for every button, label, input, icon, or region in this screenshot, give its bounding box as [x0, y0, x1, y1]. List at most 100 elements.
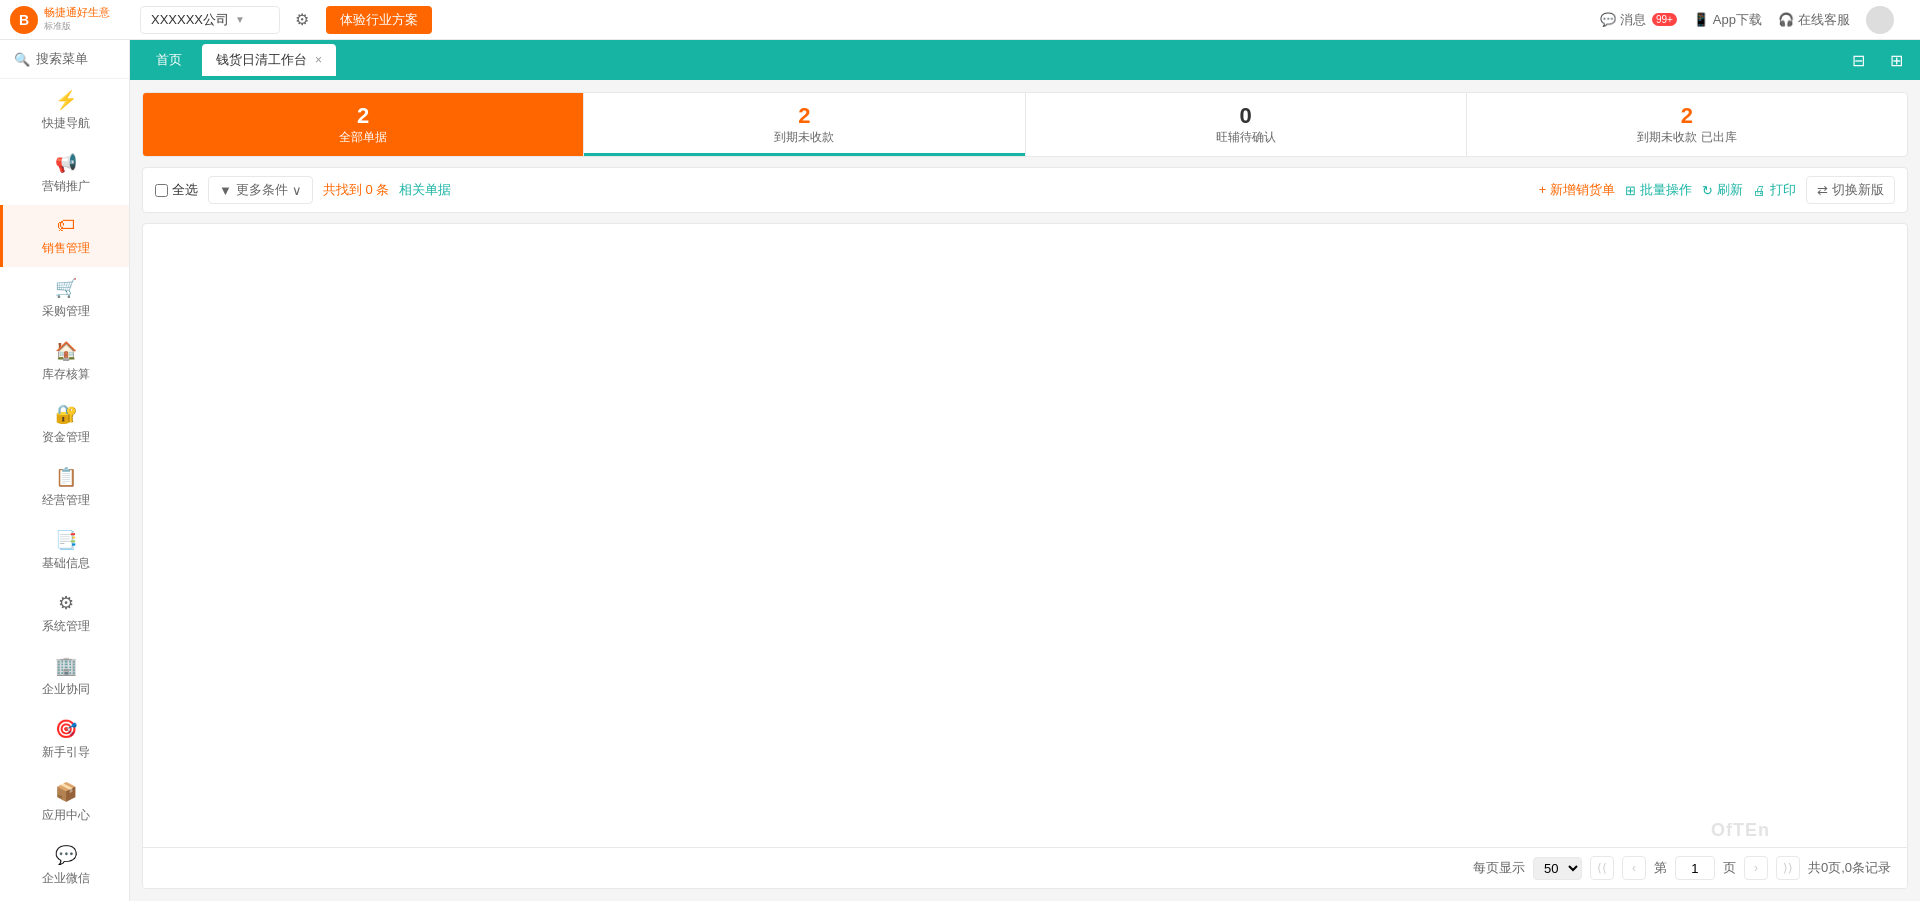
sidebar-item-member[interactable]: V 畅会员	[0, 897, 129, 901]
sidebar-label-sales: 销售管理	[42, 240, 90, 257]
tab-home[interactable]: 首页	[140, 40, 198, 80]
stats-count-overdue-shipped: 2	[1483, 103, 1891, 129]
sidebar-item-apps[interactable]: 📦 应用中心	[0, 771, 129, 834]
stats-tab-overdue[interactable]: 2 到期未收款	[584, 93, 1025, 156]
sidebar-label-apps: 应用中心	[42, 807, 90, 824]
marketing-icon: 📢	[55, 152, 77, 174]
company-name: XXXXXX公司	[151, 11, 229, 29]
sidebar-item-quick-nav[interactable]: ⚡ 快捷导航	[0, 79, 129, 142]
stats-count-wangdian: 0	[1042, 103, 1450, 129]
company-dropdown-arrow: ▼	[235, 14, 245, 25]
app-name: 畅捷通好生意	[44, 6, 110, 19]
toolbar: 全选 ▼ 更多条件 ∨ 共找到 0 条 相关单据 + 新增销货单	[142, 167, 1908, 213]
sidebar-item-guide[interactable]: 🎯 新手引导	[0, 708, 129, 771]
sidebar-item-operation[interactable]: 📋 经营管理	[0, 456, 129, 519]
last-page-button[interactable]: ⟩⟩	[1776, 856, 1800, 880]
sidebar-item-inventory[interactable]: 🏠 库存核算	[0, 330, 129, 393]
add-sales-order-button[interactable]: + 新增销货单	[1539, 181, 1615, 199]
tab-label: 钱货日清工作台	[216, 51, 307, 69]
prev-page-button[interactable]: ‹	[1622, 856, 1646, 880]
operation-icon: 📋	[55, 466, 77, 488]
related-records-link[interactable]: 相关单据	[399, 181, 451, 199]
sidebar-label-wechat: 企业微信	[42, 870, 90, 887]
stats-count-all: 2	[159, 103, 567, 129]
sidebar-label-operation: 经营管理	[42, 492, 90, 509]
tab-maximize-button[interactable]: ⊞	[1882, 46, 1910, 74]
apps-icon: 📦	[55, 781, 77, 803]
tab-qianhuoqingong[interactable]: 钱货日清工作台 ×	[202, 44, 336, 76]
stats-label-overdue: 到期未收款	[774, 130, 834, 144]
stats-tab-wangdian[interactable]: 0 旺辅待确认	[1026, 93, 1467, 156]
select-all-label: 全选	[172, 181, 198, 199]
trial-button[interactable]: 体验行业方案	[326, 6, 432, 34]
header-right: 💬 消息 99+ 📱 App下载 🎧 在线客服	[1600, 6, 1910, 34]
found-unit: 条	[376, 182, 389, 197]
sidebar-item-cooperation[interactable]: 🏢 企业协同	[0, 645, 129, 708]
online-service-button[interactable]: 🎧 在线客服	[1778, 11, 1850, 29]
print-button[interactable]: 🖨 打印	[1753, 181, 1796, 199]
first-page-button[interactable]: ⟨⟨	[1590, 856, 1614, 880]
switch-version-button[interactable]: ⇄ 切换新版	[1806, 176, 1895, 204]
message-button[interactable]: 💬 消息 99+	[1600, 11, 1677, 29]
app-icon: 📱	[1693, 12, 1709, 27]
stats-label-overdue-shipped: 到期未收款 已出库	[1637, 130, 1736, 144]
quick-nav-icon: ⚡	[55, 89, 77, 111]
sidebar-item-basic[interactable]: 📑 基础信息	[0, 519, 129, 582]
guide-icon: 🎯	[55, 718, 77, 740]
sidebar-label-inventory: 库存核算	[42, 366, 90, 383]
sidebar-item-purchase[interactable]: 🛒 采购管理	[0, 267, 129, 330]
sidebar-item-wechat[interactable]: 💬 企业微信	[0, 834, 129, 897]
stats-label-wangdian: 旺辅待确认	[1216, 130, 1276, 144]
logo-icon: B	[10, 6, 38, 34]
message-label: 消息	[1620, 11, 1646, 29]
pagination: 每页显示 50 ⟨⟨ ‹ 第 页 › ⟩⟩ 共0页,0条记录	[143, 847, 1907, 888]
table-area: 每页显示 50 ⟨⟨ ‹ 第 页 › ⟩⟩ 共0页,0条记录	[142, 223, 1908, 889]
settings-button[interactable]: ⚙	[288, 6, 316, 34]
tab-bar-right: ⊟ ⊞	[1844, 46, 1910, 74]
print-label: 打印	[1770, 181, 1796, 199]
app-download-button[interactable]: 📱 App下载	[1693, 11, 1762, 29]
sidebar-item-system[interactable]: ⚙ 系统管理	[0, 582, 129, 645]
table-empty-state	[143, 224, 1907, 847]
tab-close-button[interactable]: ×	[315, 53, 322, 67]
sidebar-label-marketing: 营销推广	[42, 178, 90, 195]
sidebar-item-marketing[interactable]: 📢 营销推广	[0, 142, 129, 205]
sidebar-item-finance[interactable]: 🔐 资金管理	[0, 393, 129, 456]
tab-minimize-button[interactable]: ⊟	[1844, 46, 1872, 74]
select-all-input[interactable]	[155, 184, 168, 197]
batch-icon: ⊞	[1625, 183, 1636, 198]
toolbar-right: + 新增销货单 ⊞ 批量操作 ↻ 刷新 🖨 打印 ⇄	[1539, 176, 1895, 204]
sidebar-label-purchase: 采购管理	[42, 303, 90, 320]
sidebar-label-guide: 新手引导	[42, 744, 90, 761]
stats-tab-overdue-shipped[interactable]: 2 到期未收款 已出库	[1467, 93, 1907, 156]
company-selector[interactable]: XXXXXX公司 ▼	[140, 6, 280, 34]
finance-icon: 🔐	[55, 403, 77, 425]
stats-tab-all[interactable]: 2 全部单据	[143, 93, 584, 156]
system-icon: ⚙	[58, 592, 74, 614]
stats-tabs: 2 全部单据 2 到期未收款 0 旺辅待确认 2 到期未收款 已出库	[142, 92, 1908, 157]
found-prefix: 共找到	[323, 182, 362, 197]
purchase-icon: 🛒	[55, 277, 77, 299]
more-filter-button[interactable]: ▼ 更多条件 ∨	[208, 176, 313, 204]
page-content: 2 全部单据 2 到期未收款 0 旺辅待确认 2 到期未收款 已出库	[130, 80, 1920, 901]
page-input[interactable]	[1675, 856, 1715, 880]
found-count-text: 共找到 0 条	[323, 181, 389, 199]
sidebar-label-cooperation: 企业协同	[42, 681, 90, 698]
sales-icon: 🏷	[57, 215, 75, 236]
inventory-icon: 🏠	[55, 340, 77, 362]
avatar[interactable]	[1866, 6, 1894, 34]
refresh-button[interactable]: ↻ 刷新	[1702, 181, 1743, 199]
refresh-label: 刷新	[1717, 181, 1743, 199]
search-menu-item[interactable]: 🔍 搜索菜单	[0, 40, 129, 79]
per-page-select[interactable]: 50	[1533, 857, 1582, 880]
filter-icon: ▼	[219, 183, 232, 198]
stats-count-overdue: 2	[600, 103, 1008, 129]
batch-operation-button[interactable]: ⊞ 批量操作	[1625, 181, 1692, 199]
wechat-icon: 💬	[55, 844, 77, 866]
select-all-checkbox[interactable]: 全选	[155, 181, 198, 199]
next-page-button[interactable]: ›	[1744, 856, 1768, 880]
print-icon: 🖨	[1753, 183, 1766, 198]
sidebar-item-sales[interactable]: 🏷 销售管理	[0, 205, 129, 267]
main-layout: 🔍 搜索菜单 ⚡ 快捷导航 📢 营销推广 🏷 销售管理 🛒 采购管理 🏠 库存核…	[0, 40, 1920, 901]
service-icon: 🎧	[1778, 12, 1794, 27]
